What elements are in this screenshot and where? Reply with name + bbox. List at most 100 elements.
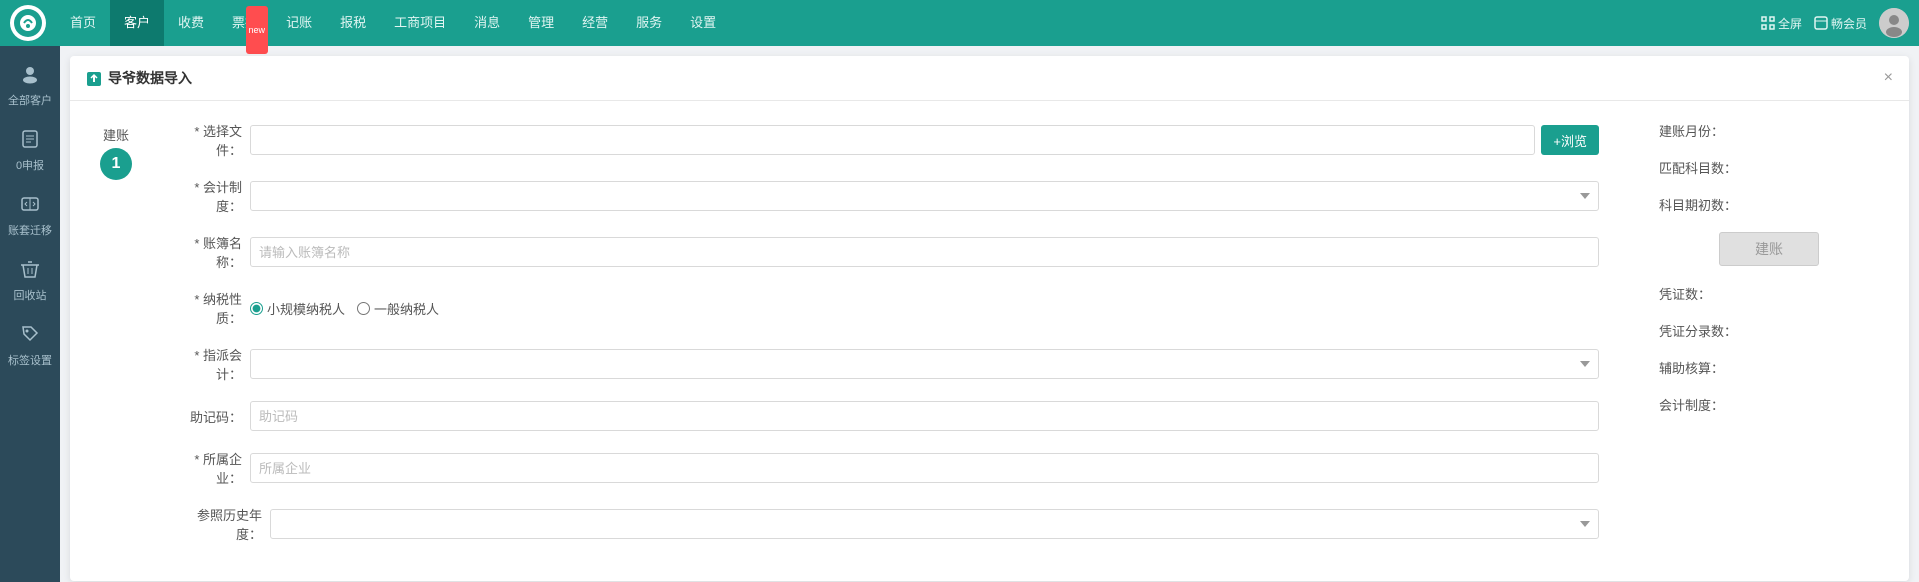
- form-right: 建账月份： 匹配科目数： 科目期初数： 建账: [1659, 121, 1879, 561]
- nav-tax[interactable]: 报税: [326, 0, 380, 46]
- aux-accounting-label: 辅助核算：: [1659, 358, 1749, 377]
- nav-operations[interactable]: 经营: [568, 0, 622, 46]
- tag-icon: [20, 324, 40, 349]
- logo: [10, 5, 46, 41]
- assign-accountant-row: * 指派会计：: [172, 345, 1599, 383]
- nav-messages[interactable]: 消息: [460, 0, 514, 46]
- voucher-count-label: 凭证数：: [1659, 284, 1749, 303]
- accounting-system-row: * 会计制度：: [172, 177, 1599, 215]
- tax-general-option[interactable]: 一般纳税人: [357, 299, 439, 318]
- sidebar-item-label: 0申报: [16, 157, 44, 173]
- dialog-title-text: 导爷数据导入: [108, 68, 192, 88]
- accounting-system-label: * 会计制度：: [172, 177, 242, 215]
- nav-business[interactable]: 工商项目: [380, 0, 460, 46]
- assign-accountant-label: * 指派会计：: [172, 345, 242, 383]
- right-accounting-system-row: 会计制度：: [1659, 395, 1879, 414]
- belong-company-input[interactable]: [250, 453, 1599, 483]
- build-month-row: 建账月份：: [1659, 121, 1879, 140]
- avatar[interactable]: [1879, 8, 1909, 38]
- sidebar-item-label: 回收站: [14, 287, 47, 303]
- tax-small-label: 小规模纳税人: [267, 299, 345, 318]
- sidebar-item-account-migration[interactable]: 账套迁移: [0, 186, 60, 246]
- tax-general-radio[interactable]: [357, 302, 370, 315]
- voucher-entries-label: 凭证分录数：: [1659, 321, 1749, 340]
- tax-nature-row: * 纳税性质： 小规模纳税人 一般纳税人: [172, 289, 1599, 327]
- build-btn-wrap: 建账: [1659, 232, 1879, 266]
- member-btn[interactable]: 畅会员: [1814, 15, 1867, 32]
- nav-settings[interactable]: 设置: [676, 0, 730, 46]
- browse-button[interactable]: +浏览: [1541, 125, 1599, 155]
- recycle-icon: [20, 259, 40, 284]
- all-customers-icon: [20, 64, 40, 89]
- ledger-name-row: * 账簿名称：: [172, 233, 1599, 271]
- logo-inner: [14, 9, 42, 37]
- nav-fees[interactable]: 收费: [164, 0, 218, 46]
- nav-items: 首页 客户 收费 票据 new 记账 报税 工商项目 消息 管理 经营 服务 设…: [56, 0, 1761, 46]
- tax-general-label: 一般纳税人: [374, 299, 439, 318]
- logo-icon: [18, 13, 38, 33]
- sidebar-item-zero-report[interactable]: 0申报: [0, 121, 60, 181]
- tax-small-option[interactable]: 小规模纳税人: [250, 299, 345, 318]
- form-left: * 选择文件： +浏览 * 会计制度：: [172, 121, 1599, 561]
- nav-right: 全屏 畅会员: [1761, 8, 1909, 38]
- belong-company-label: * 所属企业：: [172, 449, 242, 487]
- form-columns: * 选择文件： +浏览 * 会计制度：: [172, 121, 1879, 561]
- nav-services[interactable]: 服务: [622, 0, 676, 46]
- match-subject-label: 匹配科目数：: [1659, 158, 1749, 177]
- subject-init-label: 科目期初数：: [1659, 195, 1749, 214]
- memo-code-row: 助记码：: [172, 401, 1599, 431]
- belong-company-row: * 所属企业：: [172, 449, 1599, 487]
- ledger-name-label: * 账簿名称：: [172, 233, 242, 271]
- dialog-panel: 导爷数据导入 × 建账 1: [70, 56, 1909, 581]
- sidebar-item-tag-settings[interactable]: 标签设置: [0, 316, 60, 376]
- subject-init-row: 科目期初数：: [1659, 195, 1879, 214]
- match-subject-row: 匹配科目数：: [1659, 158, 1879, 177]
- memo-code-label: 助记码：: [172, 407, 242, 426]
- file-row: * 选择文件： +浏览: [172, 121, 1599, 159]
- zero-report-icon: [20, 129, 40, 154]
- sidebar-item-all-customers[interactable]: 全部客户: [0, 56, 60, 116]
- nav-home[interactable]: 首页: [56, 0, 110, 46]
- right-accounting-system-label: 会计制度：: [1659, 395, 1749, 414]
- top-nav: 首页 客户 收费 票据 new 记账 报税 工商项目 消息 管理 经营 服务 设…: [0, 0, 1919, 46]
- fullscreen-label: 全屏: [1778, 15, 1802, 32]
- memo-code-input[interactable]: [250, 401, 1599, 431]
- step-label: 建账: [103, 125, 129, 144]
- dialog-header: 导爷数据导入 ×: [70, 56, 1909, 101]
- tax-small-radio[interactable]: [250, 302, 263, 315]
- sidebar-item-label: 全部客户: [8, 92, 52, 108]
- nav-tickets[interactable]: 票据 new: [218, 0, 272, 46]
- build-button[interactable]: 建账: [1719, 232, 1819, 266]
- account-migration-icon: [20, 194, 40, 219]
- member-icon: [1814, 16, 1828, 30]
- step-section: 建账 1: [100, 121, 132, 561]
- nav-customers[interactable]: 客户: [110, 0, 164, 46]
- new-badge: new: [246, 6, 269, 54]
- voucher-entries-row: 凭证分录数：: [1659, 321, 1879, 340]
- history-year-select[interactable]: [270, 509, 1599, 539]
- nav-bookkeeping[interactable]: 记账: [272, 0, 326, 46]
- aux-accounting-row: 辅助核算：: [1659, 358, 1879, 377]
- ledger-name-input[interactable]: [250, 237, 1599, 267]
- tax-nature-label: * 纳税性质：: [172, 289, 242, 327]
- step-circle: 1: [100, 148, 132, 180]
- main-layout: 全部客户 0申报 账套迁移 回收站 标签设置: [0, 46, 1919, 582]
- fullscreen-btn[interactable]: 全屏: [1761, 15, 1802, 32]
- nav-management[interactable]: 管理: [514, 0, 568, 46]
- accounting-system-select[interactable]: [250, 181, 1599, 211]
- content-area: 导爷数据导入 × 建账 1: [60, 46, 1919, 582]
- upload-icon: [86, 69, 102, 86]
- file-input[interactable]: [250, 125, 1535, 155]
- close-button[interactable]: ×: [1884, 69, 1893, 87]
- form-area: 建账 1 * 选择文件： +浏览: [70, 101, 1909, 581]
- file-label: * 选择文件：: [172, 121, 242, 159]
- sidebar-item-recycle[interactable]: 回收站: [0, 251, 60, 311]
- fullscreen-icon: [1761, 16, 1775, 30]
- tax-nature-group: 小规模纳税人 一般纳税人: [250, 299, 439, 318]
- history-year-row: 参照历史年度：: [172, 505, 1599, 543]
- member-label: 畅会员: [1831, 15, 1867, 32]
- assign-accountant-select[interactable]: [250, 349, 1599, 379]
- sidebar: 全部客户 0申报 账套迁移 回收站 标签设置: [0, 46, 60, 582]
- dialog-title: 导爷数据导入: [86, 68, 192, 88]
- build-month-label: 建账月份：: [1659, 121, 1749, 140]
